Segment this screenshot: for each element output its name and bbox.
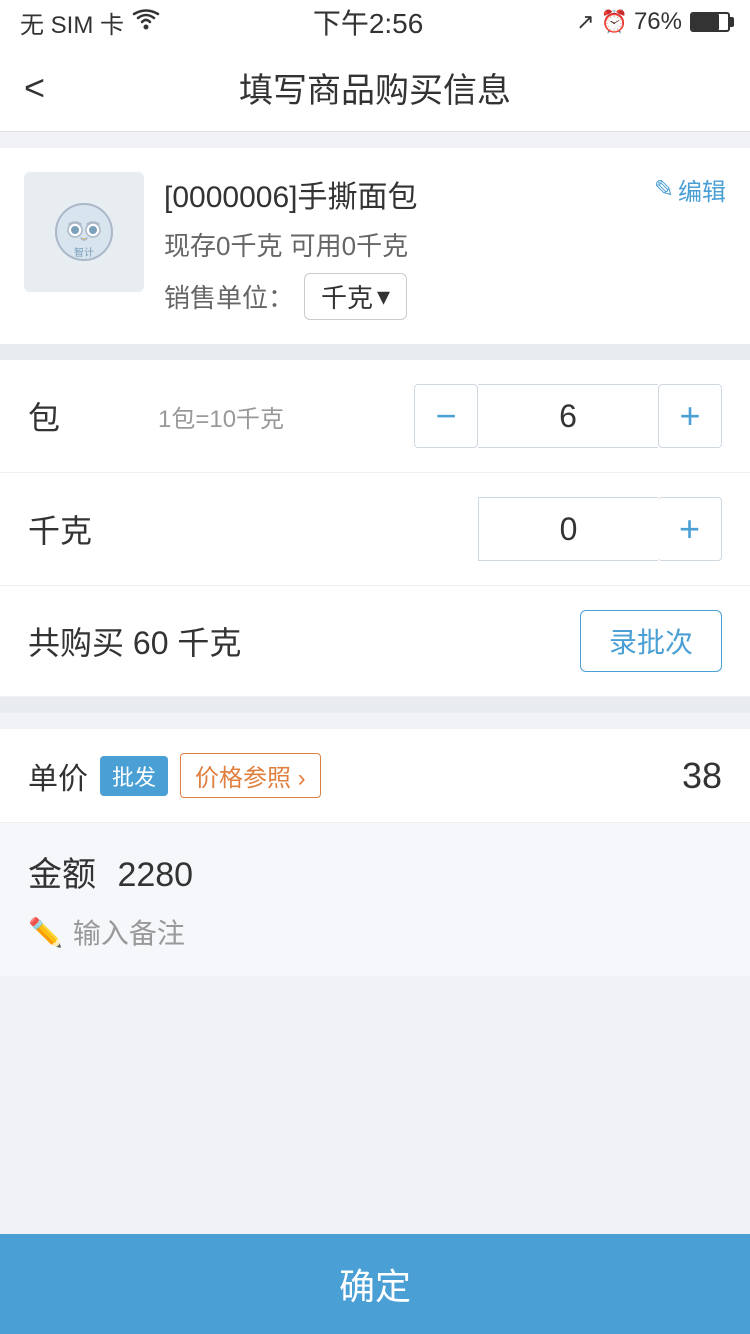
alarm-icon: ⏰ [601,9,628,35]
price-section: 单价 批发 价格参照 › 38 [0,729,750,823]
remark-row[interactable]: ✏️ 输入备注 [28,912,722,952]
price-ref-button[interactable]: 价格参照 › [180,753,321,798]
pencil-icon: ✏️ [28,916,63,949]
pack-label: 包 [28,393,148,439]
product-card: 智计 [0000006]手撕面包 ✎ 编辑 现存0千克 可用0千克 销售单位： … [0,148,750,344]
status-right: ↗ ⏰ 76% [576,8,730,36]
batch-button[interactable]: 录批次 [580,610,722,672]
pack-plus-button[interactable]: + [658,384,722,448]
page-title: 填写商品购买信息 [239,63,511,112]
location-icon: ↗ [576,9,594,35]
price-type-tag: 批发 [100,756,168,796]
confirm-button[interactable]: 确定 [339,1258,411,1310]
battery-icon [690,12,730,32]
status-time: 下午2:56 [313,2,424,42]
dropdown-icon: ▾ [377,281,390,312]
pack-sub-label: 1包=10千克 [158,399,284,434]
pack-input-row: 包 1包=10千克 − + [0,360,750,473]
pack-minus-button[interactable]: − [414,384,478,448]
kg-input-row: 千克 + [0,473,750,586]
summary-text: 共购买 60 千克 [28,618,241,664]
input-section: 包 1包=10千克 − + 千克 + 共购买 60 千克 录批次 [0,360,750,697]
unit-value: 千克 [321,278,373,315]
kg-label: 千克 [28,506,148,552]
section-divider-1 [0,344,750,360]
nav-bar: < 填写商品购买信息 [0,44,750,132]
confirm-bar[interactable]: 确定 [0,1234,750,1334]
amount-label: 金额 [28,856,96,894]
wifi-icon [132,8,160,37]
amount-value: 2280 [117,856,193,894]
product-logo-icon: 智计 [54,202,114,262]
price-label: 单价 [28,754,88,798]
price-row: 单价 批发 价格参照 › 38 [0,729,750,823]
kg-plus-button[interactable]: + [658,497,722,561]
product-info: [0000006]手撕面包 ✎ 编辑 现存0千克 可用0千克 销售单位： 千克 … [164,172,726,320]
price-value: 38 [682,755,722,797]
section-divider-2 [0,697,750,713]
pack-input[interactable] [478,384,658,448]
kg-input[interactable] [478,497,658,561]
pack-controls: − + [414,384,722,448]
product-stock: 现存0千克 可用0千克 [164,226,726,263]
product-name: [0000006]手撕面包 [164,172,417,216]
carrier-text: 无 SIM 卡 [20,5,124,40]
amount-section: 金额 2280 ✏️ 输入备注 [0,823,750,976]
status-left: 无 SIM 卡 [20,5,160,40]
summary-row: 共购买 60 千克 录批次 [0,586,750,697]
unit-label: 销售单位： [164,278,294,315]
svg-text:智计: 智计 [74,246,94,259]
back-button[interactable]: < [24,67,45,109]
kg-controls: + [478,497,722,561]
edit-button[interactable]: ✎ 编辑 [654,172,726,207]
unit-select[interactable]: 千克 ▾ [304,273,407,320]
remark-placeholder: 输入备注 [73,912,185,952]
status-bar: 无 SIM 卡 下午2:56 ↗ ⏰ 76% [0,0,750,44]
product-unit-row: 销售单位： 千克 ▾ [164,273,726,320]
battery-percent: 76% [634,8,682,36]
edit-icon: ✎ [654,175,674,204]
product-thumbnail: 智计 [24,172,144,292]
amount-row: 金额 2280 [28,847,722,896]
